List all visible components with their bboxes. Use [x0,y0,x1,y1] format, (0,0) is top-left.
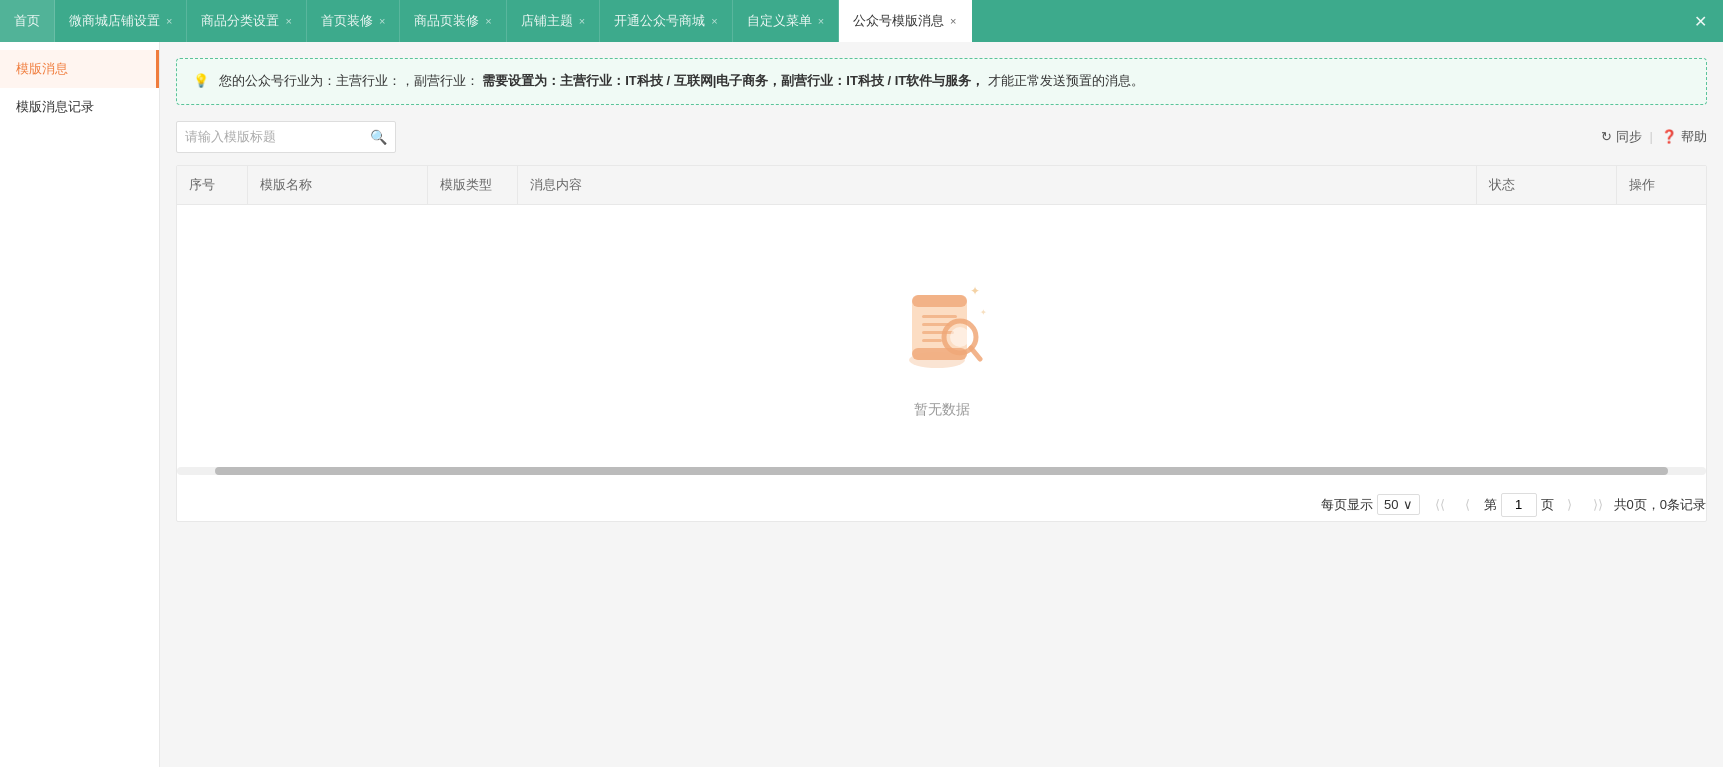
last-page-button[interactable]: ⟩⟩ [1586,493,1610,517]
svg-text:✦: ✦ [980,308,987,317]
svg-point-9 [950,327,970,347]
page-prefix-label: 第 [1484,496,1497,514]
page-size-dropdown[interactable]: 50 ∨ [1377,494,1419,515]
nav-tab-templatemsg-close[interactable]: × [950,15,956,27]
nav-tab-theme[interactable]: 店铺主题 × [507,0,600,42]
search-bar: 🔍 ↻ 同步 | ❓ 帮助 [176,121,1707,153]
nav-tab-homepage-close[interactable]: × [379,15,385,27]
nav-tab-weshop[interactable]: 微商城店铺设置 × [55,0,187,42]
nav-tab-custommenu-label: 自定义菜单 [747,12,812,30]
table-header: 序号 模版名称 模版类型 消息内容 状态 [177,166,1706,205]
nav-tab-custommenu-close[interactable]: × [818,15,824,27]
col-action: 操作 [1616,166,1706,205]
page-size-value: 50 [1384,497,1398,512]
search-input[interactable] [185,129,370,144]
notice-highlight: 需要设置为：主营行业：IT科技 / 互联网|电子商务，副营行业：IT科技 / I… [482,73,984,88]
sync-label: 同步 [1616,128,1642,146]
nav-tab-theme-close[interactable]: × [579,15,585,27]
notice-banner: 💡 您的公众号行业为：主营行业：，副营行业： 需要设置为：主营行业：IT科技 /… [176,58,1707,105]
table-header-row: 序号 模版名称 模版类型 消息内容 状态 [177,166,1706,205]
nav-tab-homepage-label: 首页装修 [321,12,373,30]
content-area: 💡 您的公众号行业为：主营行业：，副营行业： 需要设置为：主营行业：IT科技 /… [160,42,1723,767]
prev-page-button[interactable]: ⟨ [1456,493,1480,517]
first-page-button[interactable]: ⟨⟨ [1428,493,1452,517]
notice-prefix: 您的公众号行业为：主营行业：，副营行业： [219,73,479,88]
col-name: 模版名称 [247,166,427,205]
next-page-button[interactable]: ⟩ [1558,493,1582,517]
search-input-wrap[interactable]: 🔍 [176,121,396,153]
nav-tab-category[interactable]: 商品分类设置 × [187,0,306,42]
main-layout: 模版消息 模版消息记录 💡 您的公众号行业为：主营行业：，副营行业： 需要设置为… [0,42,1723,767]
help-label: 帮助 [1681,128,1707,146]
col-content: 消息内容 [517,166,1476,205]
nav-tab-home[interactable]: 首页 [0,0,55,42]
nav-tab-openstore[interactable]: 开通公众号商城 × [600,0,732,42]
col-type: 模版类型 [427,166,517,205]
pagination-summary: 共0页，0条记录 [1614,496,1706,514]
scrollbar-thumb[interactable] [215,467,1668,475]
col-index: 序号 [177,166,247,205]
nav-tab-home-label: 首页 [14,12,40,30]
sync-icon: ↻ [1601,129,1612,144]
svg-rect-4 [922,315,957,318]
empty-text: 暂无数据 [914,401,970,419]
nav-tab-category-close[interactable]: × [285,15,291,27]
nav-tab-weshop-label: 微商城店铺设置 [69,12,160,30]
sidebar-item-template-msg[interactable]: 模版消息 [0,50,159,88]
svg-line-10 [971,348,980,359]
horizontal-scrollbar[interactable] [177,467,1706,475]
nav-tab-openstore-close[interactable]: × [711,15,717,27]
sidebar-item-template-msg-label: 模版消息 [16,61,68,76]
help-button[interactable]: ❓ 帮助 [1661,128,1707,146]
help-icon: ❓ [1661,129,1677,144]
page-suffix-label: 页 [1541,496,1554,514]
col-status: 状态 [1476,166,1616,205]
chevron-down-icon: ∨ [1403,497,1413,512]
nav-tab-templatemsg-label: 公众号模版消息 [853,12,944,30]
nav-tab-templatemsg[interactable]: 公众号模版消息 × [839,0,971,42]
page-nav: ⟨⟨ ⟨ 第 页 ⟩ ⟩⟩ 共0页，0条记录 [1428,493,1706,517]
svg-text:✦: ✦ [970,284,980,298]
empty-illustration: ✦ ✦ [882,265,1002,385]
empty-state-row: ✦ ✦ 暂无数据 [177,204,1706,459]
bulb-icon: 💡 [193,73,209,88]
nav-tab-productpage-close[interactable]: × [485,15,491,27]
sidebar-item-template-record[interactable]: 模版消息记录 [0,88,159,126]
top-nav: 首页 微商城店铺设置 × 商品分类设置 × 首页装修 × 商品页装修 × 店铺主… [0,0,1723,42]
svg-rect-7 [922,339,942,342]
nav-tab-weshop-close[interactable]: × [166,15,172,27]
nav-tab-openstore-label: 开通公众号商城 [614,12,705,30]
page-size-select: 每页显示 50 ∨ [1321,494,1419,515]
nav-tab-category-label: 商品分类设置 [201,12,279,30]
sidebar-item-template-record-label: 模版消息记录 [16,99,94,114]
nav-tab-homepage[interactable]: 首页装修 × [307,0,400,42]
nav-tab-custommenu[interactable]: 自定义菜单 × [733,0,839,42]
page-number-input[interactable] [1501,493,1537,517]
nav-tab-productpage[interactable]: 商品页装修 × [400,0,506,42]
table-body: ✦ ✦ 暂无数据 [177,204,1706,459]
pagination: 每页显示 50 ∨ ⟨⟨ ⟨ 第 页 ⟩ ⟩⟩ 共0页，0条记录 [177,483,1706,521]
nav-tab-productpage-label: 商品页装修 [414,12,479,30]
nav-tab-theme-label: 店铺主题 [521,12,573,30]
sidebar: 模版消息 模版消息记录 [0,42,160,767]
notice-suffix: 才能正常发送预置的消息。 [988,73,1144,88]
data-table-container: 序号 模版名称 模版类型 消息内容 状态 [176,165,1707,522]
data-table: 序号 模版名称 模版类型 消息内容 状态 [177,166,1706,459]
sync-button[interactable]: ↻ 同步 [1601,128,1642,146]
search-icon[interactable]: 🔍 [370,129,387,145]
svg-rect-2 [912,295,967,307]
action-divider: | [1650,129,1653,144]
search-actions: ↻ 同步 | ❓ 帮助 [1601,128,1707,146]
svg-rect-6 [922,331,954,334]
page-size-label: 每页显示 [1321,496,1373,514]
global-close-button[interactable]: ✕ [1678,12,1723,31]
empty-state: ✦ ✦ 暂无数据 [177,205,1706,459]
